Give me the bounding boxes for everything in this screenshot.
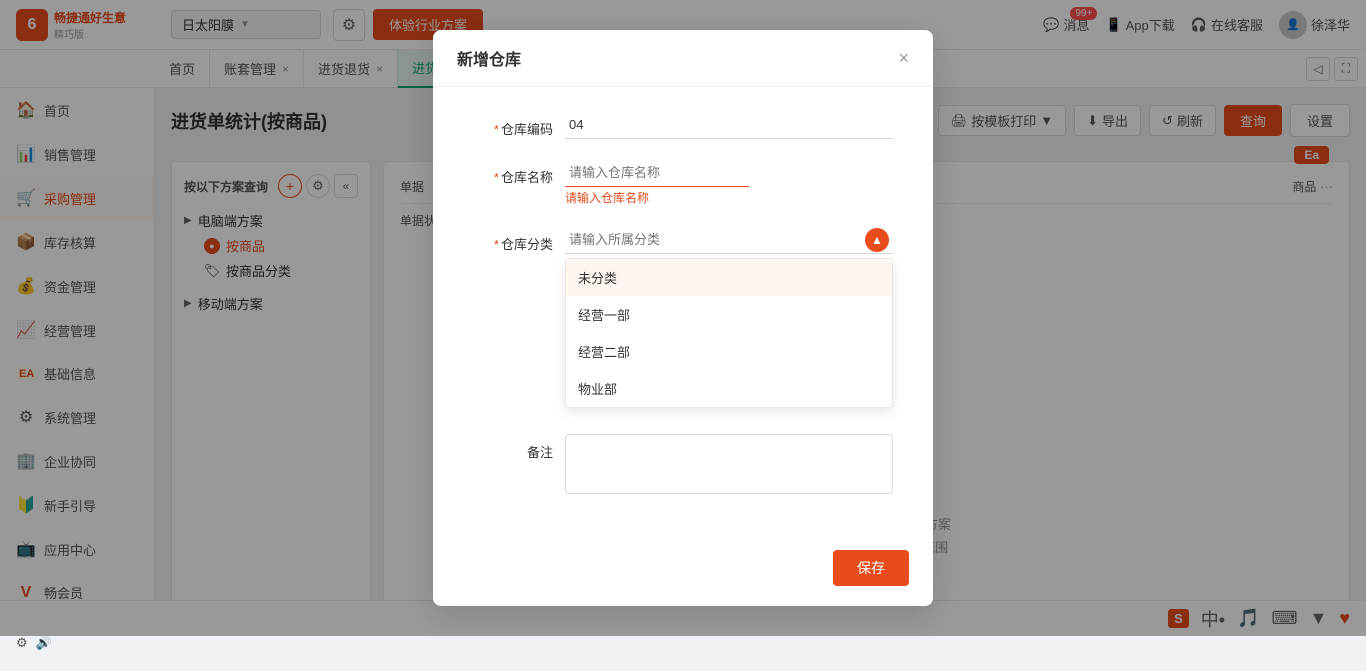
form-row-name: 仓库名称 请输入仓库名称 <box>473 159 893 206</box>
add-warehouse-modal: 新增仓库 × 仓库编码 仓库名称 请输入仓库名称 仓库分类 <box>433 30 933 606</box>
modal-title: 新增仓库 <box>457 46 521 70</box>
settings-bottom-icon: ⚙ <box>16 635 28 651</box>
name-input-wrapper: 请输入仓库名称 <box>565 159 893 206</box>
name-input[interactable] <box>565 159 749 187</box>
dropdown-arrow-btn[interactable]: ▲ <box>865 228 889 252</box>
modal-footer: 保存 <box>433 538 933 606</box>
dropdown-option-2[interactable]: 经营二部 <box>566 333 892 370</box>
category-dropdown-list: 未分类 经营一部 经营二部 物业部 <box>565 258 893 408</box>
modal-header: 新增仓库 × <box>433 30 933 87</box>
code-input[interactable] <box>565 111 893 139</box>
dropdown-option-1[interactable]: 经营一部 <box>566 296 892 333</box>
sidebar-volume-icon: 🔊 <box>36 635 52 651</box>
dropdown-option-3[interactable]: 物业部 <box>566 370 892 407</box>
form-row-notes: 备注 <box>473 434 893 494</box>
notes-input[interactable] <box>565 434 893 494</box>
modal-body: 仓库编码 仓库名称 请输入仓库名称 仓库分类 ▲ 未分类 <box>433 87 933 538</box>
form-row-code: 仓库编码 <box>473 111 893 139</box>
name-label: 仓库名称 <box>473 159 553 186</box>
name-error-msg: 请输入仓库名称 <box>565 189 893 206</box>
category-input[interactable] <box>565 226 893 254</box>
category-label: 仓库分类 <box>473 226 553 253</box>
form-row-category: 仓库分类 ▲ 未分类 经营一部 经营二部 物业部 <box>473 226 893 254</box>
modal-overlay: 新增仓库 × 仓库编码 仓库名称 请输入仓库名称 仓库分类 <box>0 0 1366 636</box>
save-button[interactable]: 保存 <box>833 550 909 586</box>
modal-close-btn[interactable]: × <box>898 48 909 69</box>
code-label: 仓库编码 <box>473 111 553 138</box>
category-dropdown-wrapper: ▲ 未分类 经营一部 经营二部 物业部 <box>565 226 893 254</box>
dropdown-option-0[interactable]: 未分类 <box>566 259 892 296</box>
notes-label: 备注 <box>473 434 553 461</box>
